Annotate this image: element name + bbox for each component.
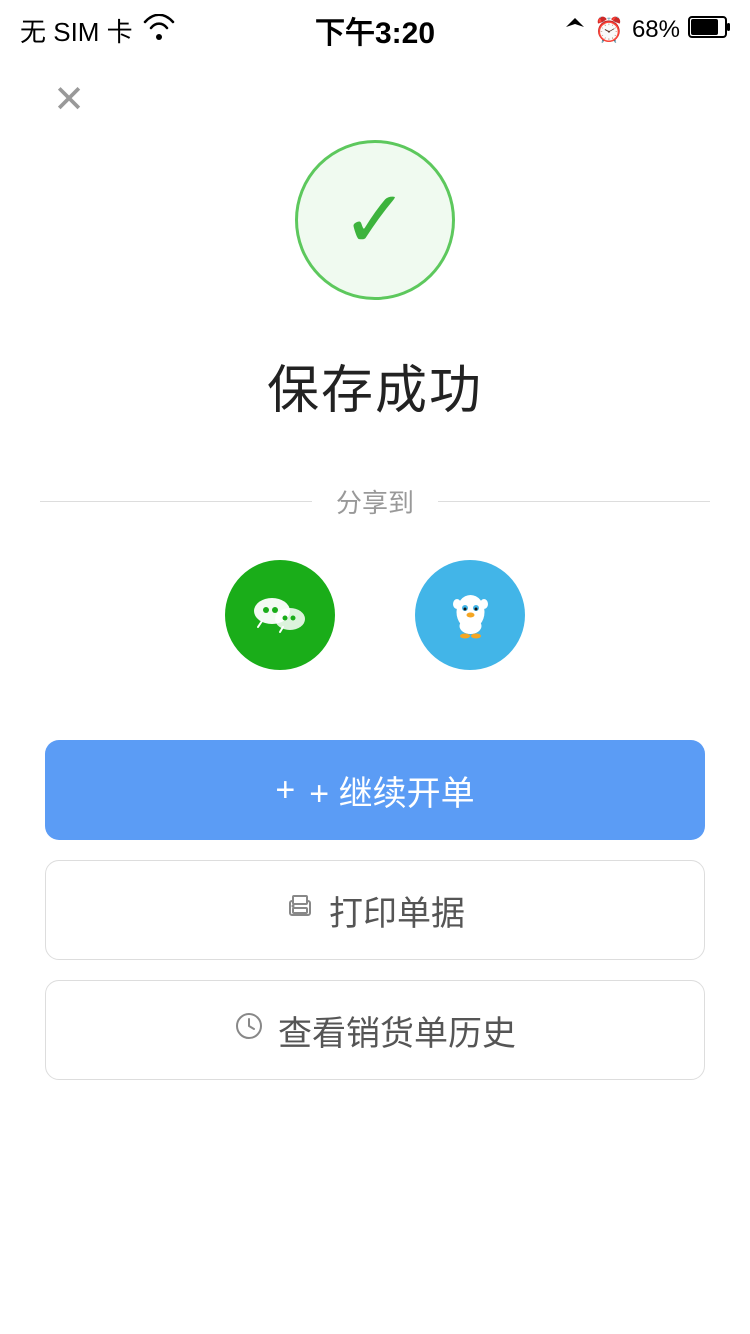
share-icons (0, 560, 750, 670)
qq-share-button[interactable] (415, 560, 525, 670)
divider-left (40, 501, 312, 502)
continue-button[interactable]: + + 继续开单 (45, 740, 705, 840)
alarm-icon: ⏰ (594, 16, 624, 45)
history-label: 查看销货单历史 (278, 1006, 516, 1055)
wifi-icon (143, 14, 175, 47)
location-icon (564, 16, 586, 45)
no-sim-label: 无 SIM 卡 (20, 12, 133, 49)
continue-label: + 继续开单 (309, 766, 474, 815)
battery-icon (688, 16, 730, 45)
print-label: 打印单据 (329, 886, 465, 935)
status-left: 无 SIM 卡 (20, 12, 175, 49)
plus-icon: + (275, 771, 295, 810)
main-content: ✓ 保存成功 分享到 (0, 60, 750, 1080)
share-divider: 分享到 (0, 483, 750, 520)
share-label: 分享到 (312, 483, 438, 520)
share-section: 分享到 (0, 483, 750, 670)
battery-percent: 68% (632, 16, 680, 44)
print-button[interactable]: 打印单据 (45, 860, 705, 960)
close-icon: ✕ (53, 81, 85, 119)
wechat-share-button[interactable] (225, 560, 335, 670)
status-right: ⏰ 68% (564, 16, 730, 45)
history-button[interactable]: 查看销货单历史 (45, 980, 705, 1080)
success-title: 保存成功 (267, 348, 483, 423)
success-circle: ✓ (295, 140, 455, 300)
wechat-icon (250, 585, 310, 645)
status-bar: 无 SIM 卡 下午3:20 ⏰ 68% (0, 0, 750, 60)
history-icon (234, 1011, 264, 1049)
print-icon (285, 891, 315, 929)
close-button[interactable]: ✕ (44, 75, 94, 125)
status-time: 下午3:20 (315, 8, 435, 52)
divider-right (438, 501, 710, 502)
qq-icon (443, 588, 498, 643)
action-buttons: + + 继续开单 打印单据 查看销货单历 (45, 740, 705, 1080)
checkmark-icon: ✓ (341, 180, 408, 260)
